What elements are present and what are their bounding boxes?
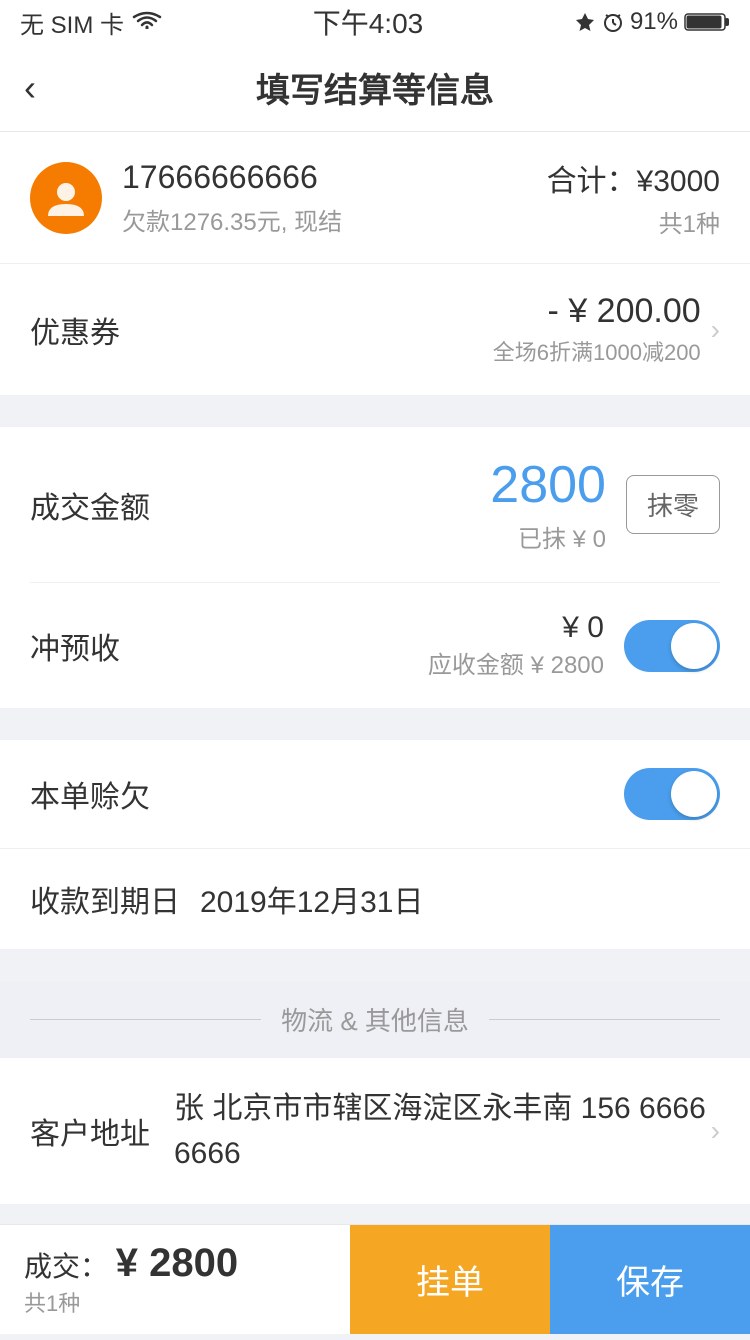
deal-amount-sub: 已抹 ¥ 0 — [490, 519, 606, 554]
prepay-value: ¥ 0 — [428, 611, 604, 645]
prepay-label: 冲预收 — [30, 624, 120, 668]
back-button[interactable]: ‹ — [24, 67, 36, 109]
user-total: 合计：¥3000 共1种 — [547, 156, 720, 239]
save-button[interactable]: 保存 — [550, 1225, 750, 1334]
nav-bar: ‹ 填写结算等信息 — [0, 44, 750, 132]
address-value: 张 北京市市辖区海淀区永丰南 156 6666 6666 — [174, 1086, 711, 1176]
prepay-sub: 应收金额 ¥ 2800 — [428, 645, 604, 680]
user-debt: 欠款1276.35元, 现结 — [122, 202, 342, 237]
due-date-label: 收款到期日 — [30, 877, 180, 921]
deal-amount-value: 2800 — [490, 455, 606, 515]
logistics-line-right — [489, 1019, 720, 1020]
bottom-summary-amount: ¥ 2800 — [116, 1241, 238, 1285]
debt-section: 本单赊欠 收款到期日 2019年12月31日 — [0, 740, 750, 949]
location-icon — [574, 11, 596, 33]
toggle-knob — [671, 623, 717, 669]
logistics-line-left — [30, 1019, 261, 1020]
address-label: 客户地址 — [30, 1109, 150, 1153]
coupon-chevron-icon: › — [711, 314, 720, 346]
status-time: 下午4:03 — [313, 2, 424, 42]
bottom-summary-line1: 成交： ¥ 2800 — [24, 1241, 326, 1286]
user-info: 17666666666 欠款1276.35元, 现结 — [122, 159, 342, 237]
status-left: 无 SIM 卡 — [20, 5, 162, 40]
due-date-row: 收款到期日 2019年12月31日 — [0, 848, 750, 949]
deal-amount-container: 2800 已抹 ¥ 0 — [490, 455, 606, 554]
pending-button[interactable]: 挂单 — [350, 1225, 550, 1334]
no-sim-text: 无 SIM 卡 — [20, 5, 124, 40]
bottom-bar: 成交： ¥ 2800 共1种 挂单 保存 — [0, 1224, 750, 1334]
coupon-discount: - ¥ 200.00 — [493, 292, 701, 331]
page-title: 填写结算等信息 — [256, 63, 494, 112]
user-info-section: 17666666666 欠款1276.35元, 现结 合计：¥3000 共1种 … — [0, 132, 750, 395]
status-right: 91% — [574, 8, 730, 36]
due-date-value: 2019年12月31日 — [200, 877, 423, 921]
bottom-summary-label: 成交： — [24, 1251, 108, 1282]
user-left: 17666666666 欠款1276.35元, 现结 — [30, 159, 342, 237]
coupon-row[interactable]: 优惠券 - ¥ 200.00 全场6折满1000减200 › — [0, 263, 750, 395]
address-section: 客户地址 张 北京市市辖区海淀区永丰南 156 6666 6666 › — [0, 1058, 750, 1204]
deal-amount-row: 成交金额 2800 已抹 ¥ 0 抹零 — [30, 427, 720, 583]
address-chevron-icon: › — [711, 1115, 720, 1147]
prepay-controls: ¥ 0 应收金额 ¥ 2800 — [428, 611, 720, 680]
coupon-desc: 全场6折满1000减200 — [493, 335, 701, 367]
logistics-title: 物流 & 其他信息 — [281, 1001, 469, 1038]
deal-section: 成交金额 2800 已抹 ¥ 0 抹零 冲预收 ¥ 0 应收金额 ¥ 2800 — [0, 427, 750, 708]
round-zero-button[interactable]: 抹零 — [626, 475, 720, 534]
prepay-row: 冲预收 ¥ 0 应收金额 ¥ 2800 — [30, 583, 720, 708]
prepay-right: ¥ 0 应收金额 ¥ 2800 — [140, 611, 720, 680]
user-row: 17666666666 欠款1276.35元, 现结 合计：¥3000 共1种 — [0, 132, 750, 263]
prepay-toggle[interactable] — [624, 620, 720, 672]
alarm-icon — [602, 11, 624, 33]
debt-toggle[interactable] — [624, 768, 720, 820]
coupon-value: - ¥ 200.00 全场6折满1000减200 — [493, 292, 701, 367]
deal-amount-label: 成交金额 — [30, 483, 150, 527]
deal-amount-right: 2800 已抹 ¥ 0 抹零 — [490, 455, 720, 554]
debt-label: 本单赊欠 — [30, 772, 150, 816]
address-row[interactable]: 客户地址 张 北京市市辖区海淀区永丰南 156 6666 6666 › — [0, 1058, 750, 1204]
prepay-value-container: ¥ 0 应收金额 ¥ 2800 — [428, 611, 604, 680]
avatar-icon — [44, 176, 88, 220]
bottom-summary-count: 共1种 — [24, 1286, 326, 1318]
user-phone: 17666666666 — [122, 159, 342, 196]
avatar — [30, 162, 102, 234]
total-count: 共1种 — [547, 204, 720, 239]
status-bar: 无 SIM 卡 下午4:03 91% — [0, 0, 750, 44]
bottom-summary: 成交： ¥ 2800 共1种 — [0, 1225, 350, 1334]
gray-divider-3 — [0, 965, 750, 981]
debt-row: 本单赊欠 — [0, 740, 750, 848]
logistics-header: 物流 & 其他信息 — [0, 981, 750, 1058]
gray-divider-1 — [0, 411, 750, 427]
debt-toggle-knob — [671, 771, 717, 817]
coupon-label: 优惠券 — [30, 308, 120, 352]
coupon-right: - ¥ 200.00 全场6折满1000减200 › — [493, 292, 720, 367]
wifi-icon — [132, 11, 162, 33]
gray-divider-2 — [0, 724, 750, 740]
total-amount: 合计：¥3000 — [547, 156, 720, 200]
battery-icon — [684, 11, 730, 33]
battery-percent: 91% — [630, 8, 678, 36]
